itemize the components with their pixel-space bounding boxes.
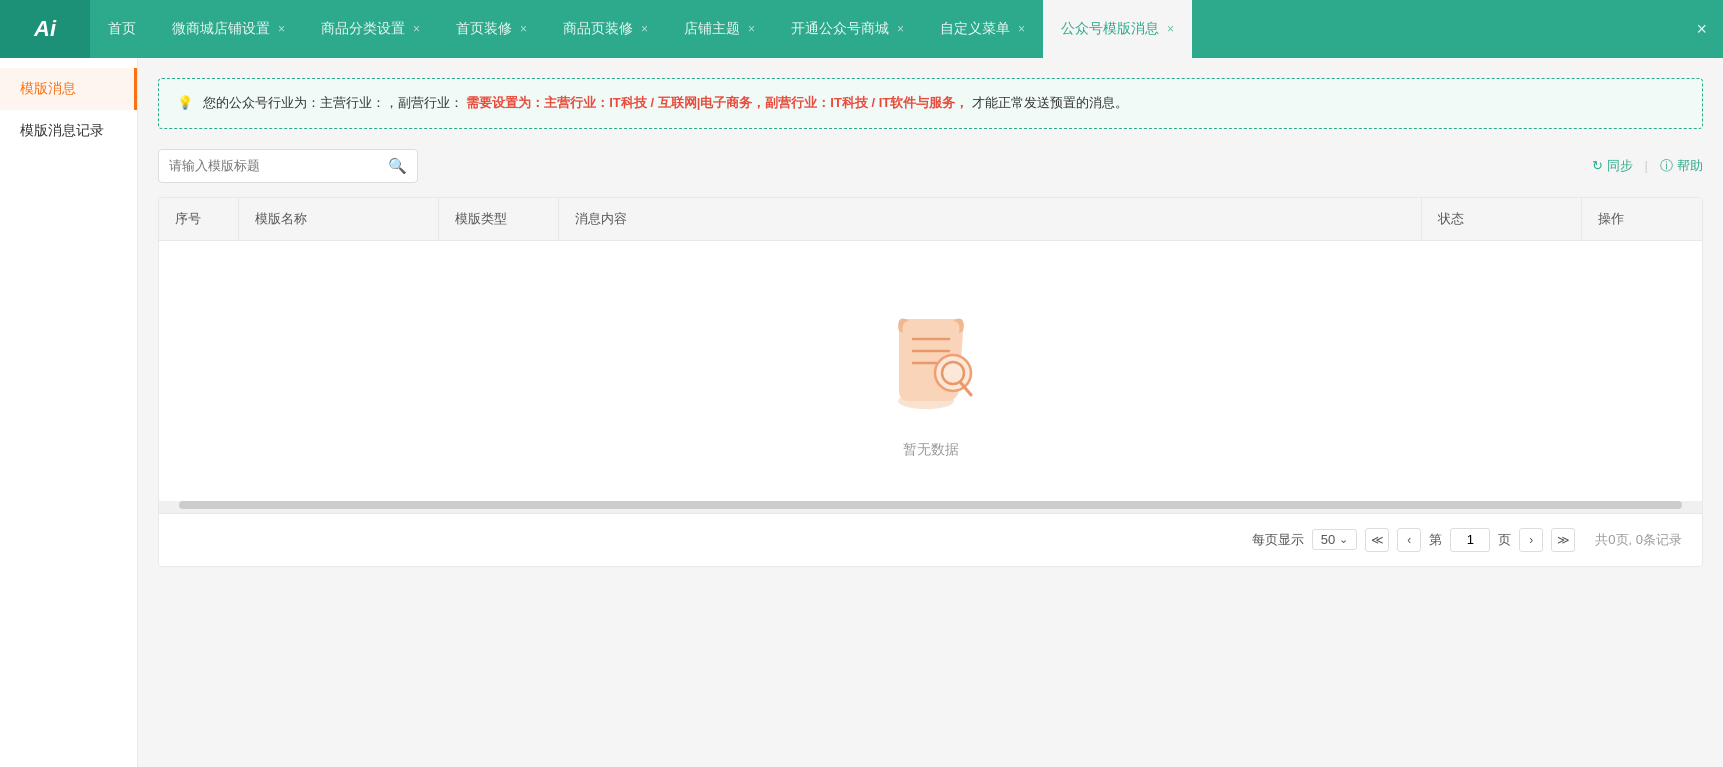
table-header-col-5: 操作 xyxy=(1582,198,1702,240)
sidebar-item-0[interactable]: 模版消息 xyxy=(0,68,137,110)
table-header: 序号模版名称模版类型消息内容状态操作 xyxy=(159,198,1702,241)
notice-prefix: 您的公众号行业为：主营行业：，副营行业： xyxy=(203,95,463,110)
empty-text: 暂无数据 xyxy=(903,441,959,459)
nav-tab-7[interactable]: 自定义菜单× xyxy=(922,0,1043,58)
nav-tab-1[interactable]: 微商城店铺设置× xyxy=(154,0,303,58)
close-tab-icon-2[interactable]: × xyxy=(413,22,420,36)
main-layout: 模版消息模版消息记录 💡 您的公众号行业为：主营行业：，副营行业： 需要设置为：… xyxy=(0,58,1723,767)
notice-suffix: 才能正常发送预置的消息。 xyxy=(972,95,1128,110)
data-table: 序号模版名称模版类型消息内容状态操作 xyxy=(158,197,1703,567)
close-tab-icon-3[interactable]: × xyxy=(520,22,527,36)
sidebar: 模版消息模版消息记录 xyxy=(0,58,138,767)
page-size-select[interactable]: 50 ⌄ xyxy=(1312,529,1357,550)
page-di-label: 第 xyxy=(1429,531,1442,549)
help-icon: ⓘ xyxy=(1660,157,1673,175)
close-all-tabs-button[interactable]: × xyxy=(1696,19,1707,40)
close-tab-icon-4[interactable]: × xyxy=(641,22,648,36)
empty-state: 暂无数据 xyxy=(159,241,1702,499)
scroll-track[interactable] xyxy=(159,501,1702,513)
notice-icon: 💡 xyxy=(177,95,193,110)
nav-tab-3[interactable]: 首页装修× xyxy=(438,0,545,58)
last-page-button[interactable]: ≫ xyxy=(1551,528,1575,552)
pagination: 每页显示 50 ⌄ ≪ ‹ 第 页 › ≫ 共0页, 0条记录 xyxy=(159,513,1702,566)
sync-icon: ↻ xyxy=(1592,158,1603,173)
logo: Ai xyxy=(0,0,90,58)
table-header-col-2: 模版类型 xyxy=(439,198,559,240)
search-bar: 🔍 ↻ 同步 | ⓘ 帮助 xyxy=(158,149,1703,183)
page-summary: 共0页, 0条记录 xyxy=(1595,531,1682,549)
nav-tab-6[interactable]: 开通公众号商城× xyxy=(773,0,922,58)
svg-point-4 xyxy=(935,355,971,391)
nav-tab-0[interactable]: 首页 xyxy=(90,0,154,58)
divider: | xyxy=(1645,158,1648,173)
nav-tab-2[interactable]: 商品分类设置× xyxy=(303,0,438,58)
main-content: 💡 您的公众号行业为：主营行业：，副营行业： 需要设置为：主营行业：IT科技 /… xyxy=(138,58,1723,767)
table-header-col-0: 序号 xyxy=(159,198,239,240)
search-input-wrap[interactable]: 🔍 xyxy=(158,149,418,183)
page-unit-label: 页 xyxy=(1498,531,1511,549)
close-tab-icon-7[interactable]: × xyxy=(1018,22,1025,36)
notice-box: 💡 您的公众号行业为：主营行业：，副营行业： 需要设置为：主营行业：IT科技 /… xyxy=(158,78,1703,129)
close-tab-icon-8[interactable]: × xyxy=(1167,22,1174,36)
empty-icon xyxy=(871,301,991,421)
close-tab-icon-6[interactable]: × xyxy=(897,22,904,36)
search-actions: ↻ 同步 | ⓘ 帮助 xyxy=(1592,157,1703,175)
help-button[interactable]: ⓘ 帮助 xyxy=(1660,157,1703,175)
top-nav: Ai 首页微商城店铺设置×商品分类设置×首页装修×商品页装修×店铺主题×开通公众… xyxy=(0,0,1723,58)
page-size-label: 每页显示 xyxy=(1252,531,1304,549)
scroll-thumb[interactable] xyxy=(179,501,1682,509)
nav-tab-5[interactable]: 店铺主题× xyxy=(666,0,773,58)
first-page-button[interactable]: ≪ xyxy=(1365,528,1389,552)
table-header-col-3: 消息内容 xyxy=(559,198,1422,240)
close-tab-icon-5[interactable]: × xyxy=(748,22,755,36)
table-header-col-4: 状态 xyxy=(1422,198,1582,240)
next-page-button[interactable]: › xyxy=(1519,528,1543,552)
sync-button[interactable]: ↻ 同步 xyxy=(1592,157,1633,175)
notice-highlight: 需要设置为：主营行业：IT科技 / 互联网|电子商务，副营行业：IT科技 / I… xyxy=(466,95,968,110)
search-input[interactable] xyxy=(169,158,388,173)
nav-tab-8[interactable]: 公众号模版消息× xyxy=(1043,0,1192,58)
page-size-value: 50 xyxy=(1321,532,1335,547)
search-button[interactable]: 🔍 xyxy=(388,157,407,175)
close-tab-icon-1[interactable]: × xyxy=(278,22,285,36)
nav-tab-4[interactable]: 商品页装修× xyxy=(545,0,666,58)
table-header-col-1: 模版名称 xyxy=(239,198,439,240)
sidebar-item-1[interactable]: 模版消息记录 xyxy=(0,110,137,152)
prev-page-button[interactable]: ‹ xyxy=(1397,528,1421,552)
page-number-input[interactable] xyxy=(1450,528,1490,552)
page-size-chevron-icon: ⌄ xyxy=(1339,533,1348,546)
